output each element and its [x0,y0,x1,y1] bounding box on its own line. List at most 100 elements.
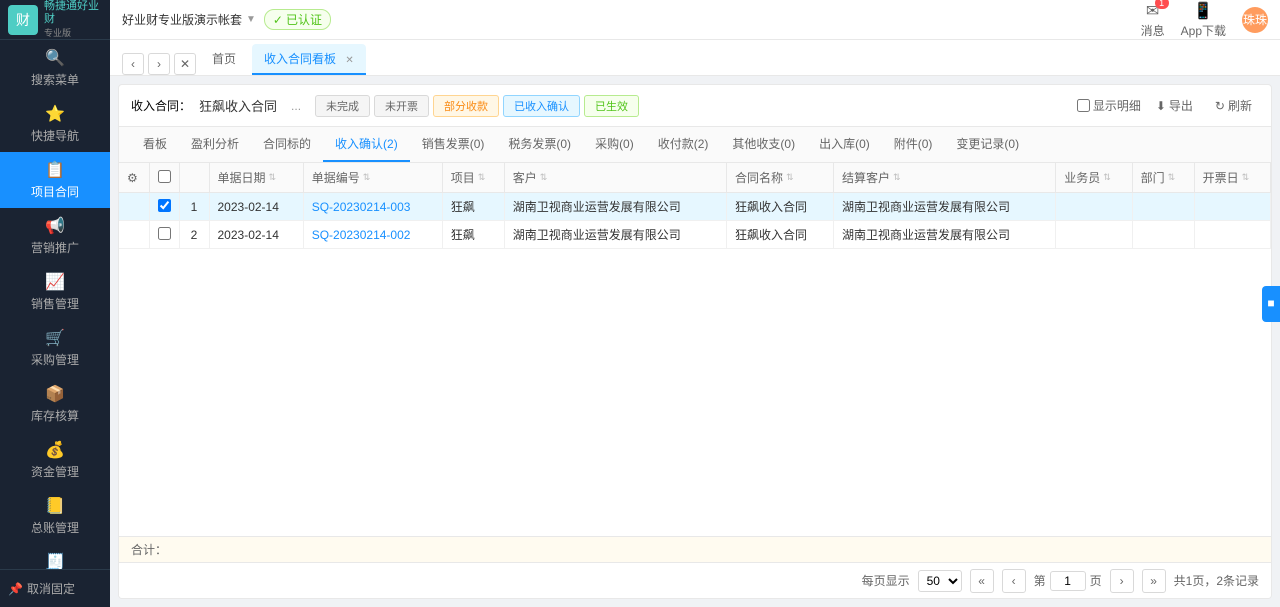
unpin-button[interactable]: 📌 取消固定 [8,576,102,601]
col-invoice-date[interactable]: 开票日 ⇅ [1194,163,1270,193]
table-row[interactable]: 1 2023-02-14 SQ-20230214-003 狂飙 湖南卫视商业运营… [119,193,1271,221]
total-row: 合计： [131,541,1259,558]
status-btn-4[interactable]: 已生效 [584,95,639,117]
row-invoice-date-1 [1194,221,1270,249]
row-order-link-0[interactable]: SQ-20230214-003 [312,200,411,214]
topbar-right: 1 ✉ 消息 📱 App下载 珠珠 [1141,1,1268,39]
sub-tab-8[interactable]: 其他收支(0) [720,127,807,162]
next-page-button[interactable]: › [1110,569,1134,593]
app-download-button[interactable]: 📱 App下载 [1181,1,1226,39]
col-num [179,163,209,193]
sort-invoice-icon[interactable]: ⇅ [1242,172,1250,183]
sidebar-item-8[interactable]: 📒总账管理 [0,488,110,544]
status-btn-2[interactable]: 部分收款 [433,95,499,117]
sidebar: 财 畅捷通好业财 专业版 🔍搜索菜单⭐快捷导航📋项目合同📢营销推广📈销售管理🛒采… [0,0,110,607]
page-number-input[interactable] [1050,571,1086,591]
row-settlement-1: 湖南卫视商业运营发展有限公司 [833,221,1055,249]
row-checkbox-0[interactable] [158,199,171,212]
row-checkbox-cell-1[interactable] [149,221,179,249]
sidebar-item-6[interactable]: 📦库存核算 [0,376,110,432]
col-salesperson[interactable]: 业务员 ⇅ [1056,163,1132,193]
nav-label-0: 搜索菜单 [31,71,79,88]
sort-department-icon[interactable]: ⇅ [1168,172,1176,183]
col-project[interactable]: 项目 ⇅ [442,163,504,193]
sort-order-icon[interactable]: ⇅ [363,172,371,183]
sort-project-icon[interactable]: ⇅ [478,172,486,183]
sidebar-item-3[interactable]: 📢营销推广 [0,208,110,264]
sort-date-icon[interactable]: ⇅ [269,172,277,183]
sidebar-item-0[interactable]: 🔍搜索菜单 [0,40,110,96]
table-row[interactable]: 2 2023-02-14 SQ-20230214-002 狂飙 湖南卫视商业运营… [119,221,1271,249]
contract-title-prefix: 收入合同： [131,97,191,114]
quick-action-button[interactable]: ■ [1262,286,1280,322]
status-btn-3[interactable]: 已收入确认 [503,95,580,117]
row-order-no-1[interactable]: SQ-20230214-002 [303,221,442,249]
tab-contract-board[interactable]: 收入合同看板 ✕ [252,44,366,75]
nav-icon-9: 🧾 [45,552,65,569]
sort-settlement-icon[interactable]: ⇅ [893,172,901,183]
tab-close-icon[interactable]: ✕ [345,55,353,66]
tab-prev-button[interactable]: ‹ [122,53,144,75]
last-page-button[interactable]: » [1142,569,1166,593]
sub-tab-11[interactable]: 变更记录(0) [944,127,1031,162]
sub-tab-0[interactable]: 看板 [131,127,179,162]
show-detail-input[interactable] [1077,99,1090,112]
show-detail-label: 显示明细 [1093,97,1141,114]
sidebar-item-4[interactable]: 📈销售管理 [0,264,110,320]
prev-page-button[interactable]: ‹ [1002,569,1026,593]
nav-label-5: 采购管理 [31,351,79,368]
nav-label-1: 快捷导航 [31,127,79,144]
tab-close-button[interactable]: ✕ [174,53,196,75]
sidebar-item-9[interactable]: 🧾发票管理 [0,544,110,569]
col-settlement-customer[interactable]: 结算客户 ⇅ [833,163,1055,193]
page-size-select[interactable]: 50 [918,570,962,592]
sidebar-item-5[interactable]: 🛒采购管理 [0,320,110,376]
refresh-button[interactable]: ↻ 刷新 [1208,93,1259,118]
avatar[interactable]: 珠珠 [1242,7,1268,33]
sub-tab-6[interactable]: 采购(0) [583,127,646,162]
table-container[interactable]: ⚙ 单据日期 ⇅ [119,163,1271,536]
message-button[interactable]: 1 ✉ 消息 [1141,1,1165,39]
sub-tab-7[interactable]: 收付款(2) [646,127,721,162]
col-customer-label: 客户 [513,169,537,186]
tab-next-button[interactable]: › [148,53,170,75]
col-department[interactable]: 部门 ⇅ [1132,163,1194,193]
status-btn-0[interactable]: 未完成 [315,95,370,117]
col-order-no[interactable]: 单据编号 ⇅ [303,163,442,193]
sort-salesperson-icon[interactable]: ⇅ [1103,172,1111,183]
sub-tab-4[interactable]: 销售发票(0) [410,127,497,162]
sub-tab-3[interactable]: 收入确认(2) [323,127,410,162]
row-salesperson-1 [1056,221,1132,249]
row-checkbox-cell-0[interactable] [149,193,179,221]
sub-tab-5[interactable]: 税务发票(0) [496,127,583,162]
row-order-no-0[interactable]: SQ-20230214-003 [303,193,442,221]
company-selector[interactable]: 好业财专业版演示帐套 ▼ [122,11,256,28]
message-badge: 1 [1155,0,1169,9]
sub-tab-9[interactable]: 出入库(0) [807,127,882,162]
sort-customer-icon[interactable]: ⇅ [540,172,548,183]
sub-tab-2[interactable]: 合同标的 [251,127,323,162]
col-customer[interactable]: 客户 ⇅ [504,163,726,193]
sidebar-item-2[interactable]: 📋项目合同 [0,152,110,208]
contract-more-button[interactable]: ... [285,97,307,115]
tab-home[interactable]: 首页 [200,44,248,75]
col-date-label: 单据日期 [218,169,266,186]
show-detail-checkbox[interactable]: 显示明细 [1077,97,1141,114]
sort-contract-icon[interactable]: ⇅ [786,172,794,183]
col-contract-name-label: 合同名称 [735,169,783,186]
nav-icon-7: 💰 [45,440,65,460]
sidebar-item-7[interactable]: 💰资金管理 [0,432,110,488]
status-btn-1[interactable]: 未开票 [374,95,429,117]
sub-tab-10[interactable]: 附件(0) [882,127,945,162]
settings-icon[interactable]: ⚙ [127,171,138,185]
export-button[interactable]: ⬇ 导出 [1149,93,1200,118]
sidebar-footer[interactable]: 📌 取消固定 [0,569,110,607]
row-checkbox-1[interactable] [158,227,171,240]
row-order-link-1[interactable]: SQ-20230214-002 [312,228,411,242]
col-date[interactable]: 单据日期 ⇅ [209,163,303,193]
col-contract-name[interactable]: 合同名称 ⇅ [727,163,834,193]
sub-tab-1[interactable]: 盈利分析 [179,127,251,162]
first-page-button[interactable]: « [970,569,994,593]
sidebar-item-1[interactable]: ⭐快捷导航 [0,96,110,152]
select-all-checkbox[interactable] [158,170,171,183]
